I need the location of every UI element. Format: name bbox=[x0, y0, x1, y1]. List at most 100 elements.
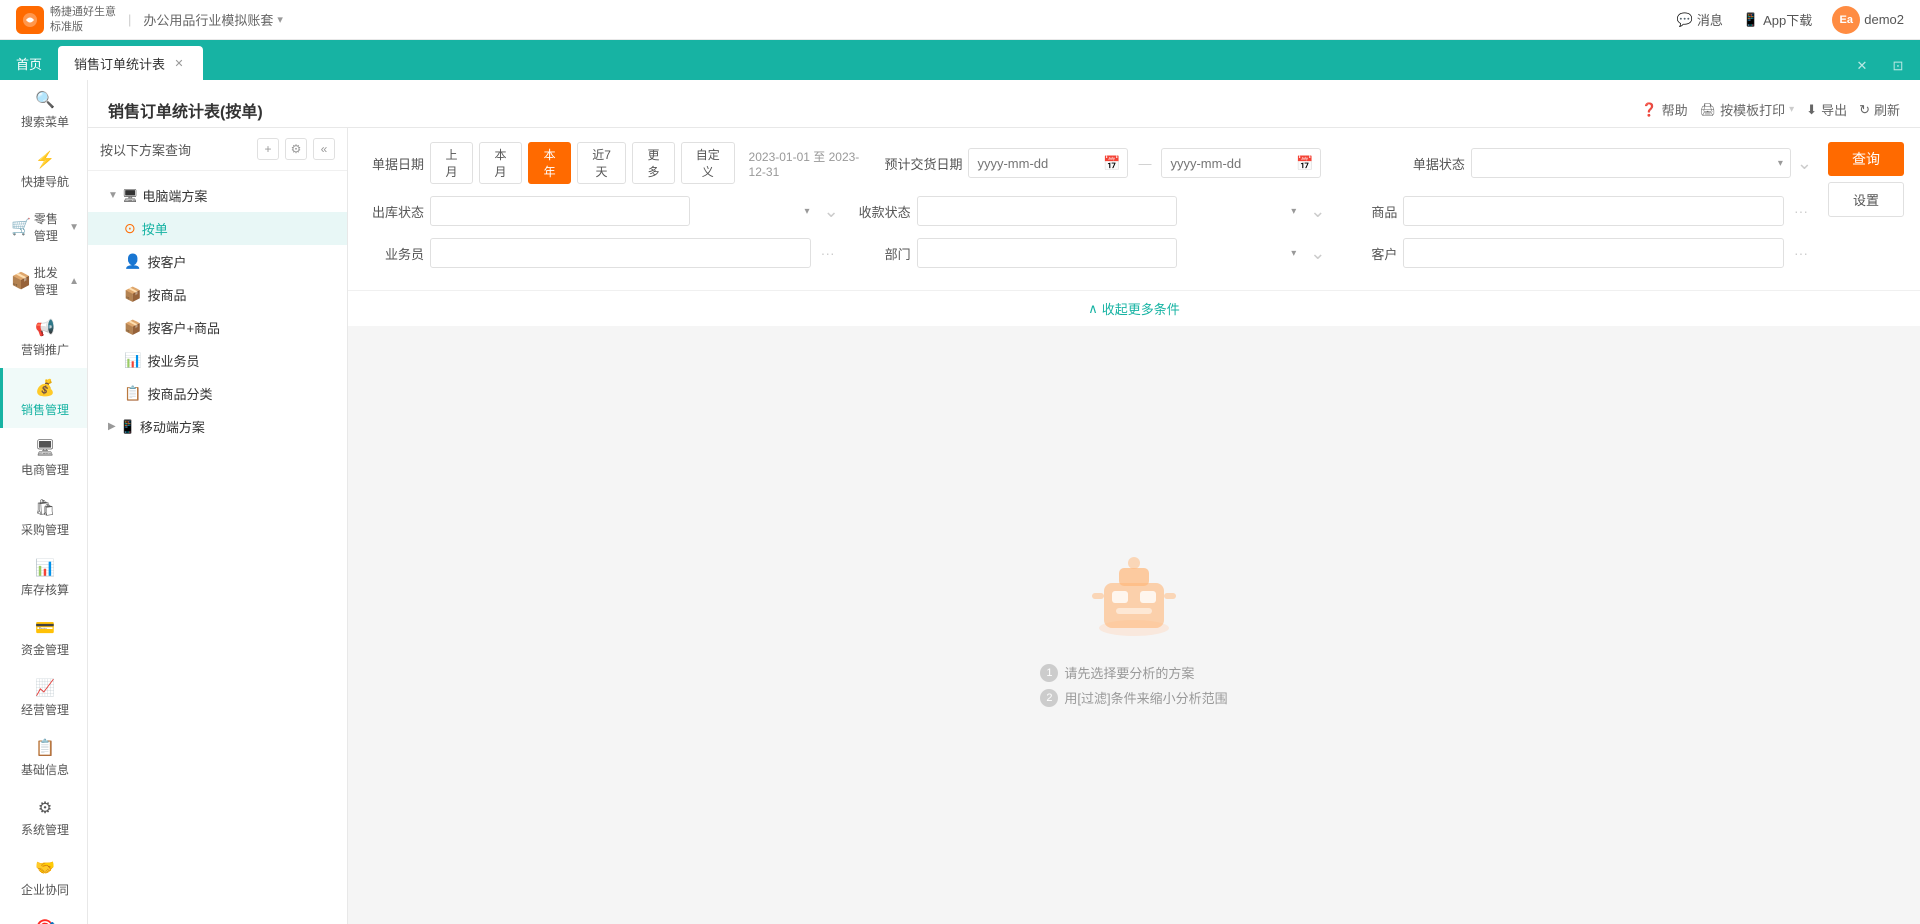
empty-state: 1 请先选择要分析的方案 2 用[过滤]条件来缩小分析范围 bbox=[348, 326, 1920, 924]
by-category-icon: 📋 bbox=[124, 385, 141, 402]
empty-tip-2: 2 用[过滤]条件来缩小分析范围 bbox=[1040, 688, 1227, 707]
prev-month-btn[interactable]: 上月 bbox=[430, 142, 473, 184]
help-btn[interactable]: ❓ 帮助 bbox=[1641, 100, 1687, 119]
custom-date-btn[interactable]: 自定义 bbox=[681, 142, 735, 184]
right-panel: 单据日期 上月 本月 本年 近7天 更多 自定义 2023-01-01 至 20… bbox=[348, 128, 1920, 924]
sidebar-item-finance[interactable]: 💳 资金管理 bbox=[0, 608, 87, 668]
ecommerce-icon: 🖥 bbox=[35, 438, 55, 458]
tab-close-btn[interactable]: ✕ bbox=[171, 55, 187, 71]
more-date-btn[interactable]: 更多 bbox=[632, 142, 675, 184]
sidebar-item-operations[interactable]: 📈 经营管理 bbox=[0, 668, 87, 728]
left-panel-icons: + ⚙ « bbox=[257, 138, 335, 160]
tab-sales-order-stats[interactable]: 销售订单统计表 ✕ bbox=[58, 46, 203, 80]
wholesale-arrow-icon: ▲ bbox=[69, 276, 79, 287]
inner-layout: 按以下方案查询 + ⚙ « ▼ 🖥 电脑端方案 ⊙ bbox=[88, 128, 1920, 924]
collapse-filter-btn[interactable]: ∧ 收起更多条件 bbox=[348, 290, 1920, 326]
tab-home[interactable]: 首页 bbox=[0, 46, 58, 80]
tree-section-pc[interactable]: ▼ 🖥 电脑端方案 bbox=[88, 179, 347, 212]
tree-item-by-order[interactable]: ⊙ 按单 bbox=[88, 212, 347, 245]
tree-item-by-salesperson[interactable]: 📊 按业务员 bbox=[88, 344, 347, 377]
salesperson-input[interactable] bbox=[430, 238, 811, 268]
enterprise-icon: 🤝 bbox=[35, 858, 55, 878]
sidebar-item-enterprise[interactable]: 🤝 企业协同 bbox=[0, 848, 87, 908]
sidebar-item-system[interactable]: ⚙ 系统管理 bbox=[0, 788, 87, 848]
top-bar-right: 💬 消息 📱 App下载 Ea demo2 bbox=[1677, 6, 1904, 34]
tree-section: ▼ 🖥 电脑端方案 ⊙ 按单 👤 按客户 📦 按商品 bbox=[88, 171, 347, 451]
by-cust-prod-icon: 📦 bbox=[124, 319, 141, 336]
date-field: 单据日期 上月 本月 本年 近7天 更多 自定义 2023-01-01 至 20… bbox=[364, 142, 872, 184]
dept-select[interactable] bbox=[917, 238, 1177, 268]
tab-restore-btn[interactable]: ⊡ bbox=[1884, 52, 1912, 80]
tree-item-by-customer[interactable]: 👤 按客户 bbox=[88, 245, 347, 278]
cur-year-btn[interactable]: 本年 bbox=[528, 142, 571, 184]
export-btn[interactable]: ⬇ 导出 bbox=[1806, 100, 1847, 119]
breadcrumb[interactable]: 办公用品行业模拟账套 ▾ bbox=[143, 10, 283, 29]
expected-date-field: 预计交货日期 📅 — 📅 bbox=[884, 148, 1392, 178]
filter-area: 单据日期 上月 本月 本年 近7天 更多 自定义 2023-01-01 至 20… bbox=[348, 128, 1920, 326]
cur-month-btn[interactable]: 本月 bbox=[479, 142, 522, 184]
app-download-btn[interactable]: 📱 App下载 bbox=[1743, 10, 1812, 29]
receipt-status-field: 收款状态 ⌄ bbox=[851, 196, 1326, 226]
product-field: 商品 ··· bbox=[1337, 196, 1812, 226]
receipt-status-select[interactable] bbox=[917, 196, 1177, 226]
system-icon: ⚙ bbox=[38, 798, 52, 818]
setting-button[interactable]: 设置 bbox=[1828, 182, 1904, 217]
computer-icon: 🖥 bbox=[122, 188, 139, 204]
sidebar-item-wholesale[interactable]: 📦 批发管理 ▲ bbox=[0, 254, 87, 308]
sidebar-item-search[interactable]: 🔍 搜索菜单 bbox=[0, 80, 87, 140]
sidebar-item-ecommerce[interactable]: 🖥 电商管理 bbox=[0, 428, 87, 488]
sidebar-item-marketing[interactable]: 📢 营销推广 bbox=[0, 308, 87, 368]
tree-item-by-product[interactable]: 📦 按商品 bbox=[88, 278, 347, 311]
query-button[interactable]: 查询 bbox=[1828, 142, 1904, 176]
content-area: 销售订单统计表(按单) ❓ 帮助 🖨 按模板打印 ▾ ⬇ 导出 ↻ 刷新 bbox=[88, 80, 1920, 924]
customer-more-btn[interactable]: ··· bbox=[1790, 245, 1812, 261]
salesperson-field: 业务员 ··· bbox=[364, 238, 839, 268]
status-expand-icon[interactable]: ⌄ bbox=[1797, 153, 1812, 174]
expected-date-end-wrapper: 📅 bbox=[1161, 148, 1321, 178]
delivery-status-select[interactable] bbox=[430, 196, 690, 226]
customer-input[interactable] bbox=[1403, 238, 1784, 268]
product-input[interactable] bbox=[1403, 196, 1784, 226]
operations-icon: 📈 bbox=[35, 678, 55, 698]
delivery-status-wrapper bbox=[430, 196, 818, 226]
message-btn[interactable]: 💬 消息 bbox=[1677, 10, 1723, 29]
refresh-icon: ↻ bbox=[1859, 102, 1870, 118]
salesperson-more-btn[interactable]: ··· bbox=[817, 245, 839, 261]
7days-btn[interactable]: 近7天 bbox=[577, 142, 626, 184]
left-panel-header: 按以下方案查询 + ⚙ « bbox=[88, 128, 347, 171]
collapse-panel-btn[interactable]: « bbox=[313, 138, 335, 160]
filter-btn-col: 查询 设置 bbox=[1828, 128, 1920, 231]
retail-icon: 🛒 bbox=[11, 217, 31, 237]
marketing-icon: 📢 bbox=[35, 318, 55, 338]
tree-section-mobile[interactable]: ▶ 📱 移动端方案 bbox=[88, 410, 347, 443]
status-select[interactable] bbox=[1471, 148, 1791, 178]
settings-scheme-btn[interactable]: ⚙ bbox=[285, 138, 307, 160]
user-area[interactable]: Ea demo2 bbox=[1832, 6, 1904, 34]
status-field: 单据状态 ⌄ bbox=[1405, 148, 1812, 178]
add-scheme-btn[interactable]: + bbox=[257, 138, 279, 160]
sidebar-item-guide[interactable]: 🎯 新手引导 bbox=[0, 908, 87, 924]
refresh-btn[interactable]: ↻ 刷新 bbox=[1859, 100, 1900, 119]
shortcut-icon: ⚡ bbox=[35, 150, 55, 170]
sidebar-item-inventory[interactable]: 📊 库存核算 bbox=[0, 548, 87, 608]
sidebar-item-basic[interactable]: 📋 基础信息 bbox=[0, 728, 87, 788]
sidebar-item-purchase[interactable]: 🛍 采购管理 bbox=[0, 488, 87, 548]
receipt-expand-icon[interactable]: ⌄ bbox=[1310, 201, 1325, 222]
expected-date-start-wrapper: 📅 bbox=[968, 148, 1128, 178]
print-btn[interactable]: 🖨 按模板打印 ▾ bbox=[1700, 100, 1795, 119]
dept-expand-icon[interactable]: ⌄ bbox=[1310, 243, 1325, 264]
export-icon: ⬇ bbox=[1806, 102, 1817, 118]
mobile-icon: 📱 bbox=[120, 419, 136, 435]
sidebar-item-shortcut[interactable]: ⚡ 快捷导航 bbox=[0, 140, 87, 200]
sidebar-item-retail[interactable]: 🛒 零售管理 ▼ bbox=[0, 200, 87, 254]
tree-item-by-customer-product[interactable]: 📦 按客户+商品 bbox=[88, 311, 347, 344]
product-more-btn[interactable]: ··· bbox=[1790, 203, 1812, 219]
tab-close-window-btn[interactable]: ✕ bbox=[1848, 52, 1876, 80]
calendar-start-icon: 📅 bbox=[1103, 155, 1120, 172]
delivery-expand-icon[interactable]: ⌄ bbox=[824, 201, 839, 222]
retail-arrow-icon: ▼ bbox=[69, 222, 79, 233]
tree-arrow-icon: ▼ bbox=[108, 190, 118, 201]
sales-icon: 💰 bbox=[35, 378, 55, 398]
sidebar-item-sales[interactable]: 💰 销售管理 bbox=[0, 368, 87, 428]
tree-item-by-category[interactable]: 📋 按商品分类 bbox=[88, 377, 347, 410]
